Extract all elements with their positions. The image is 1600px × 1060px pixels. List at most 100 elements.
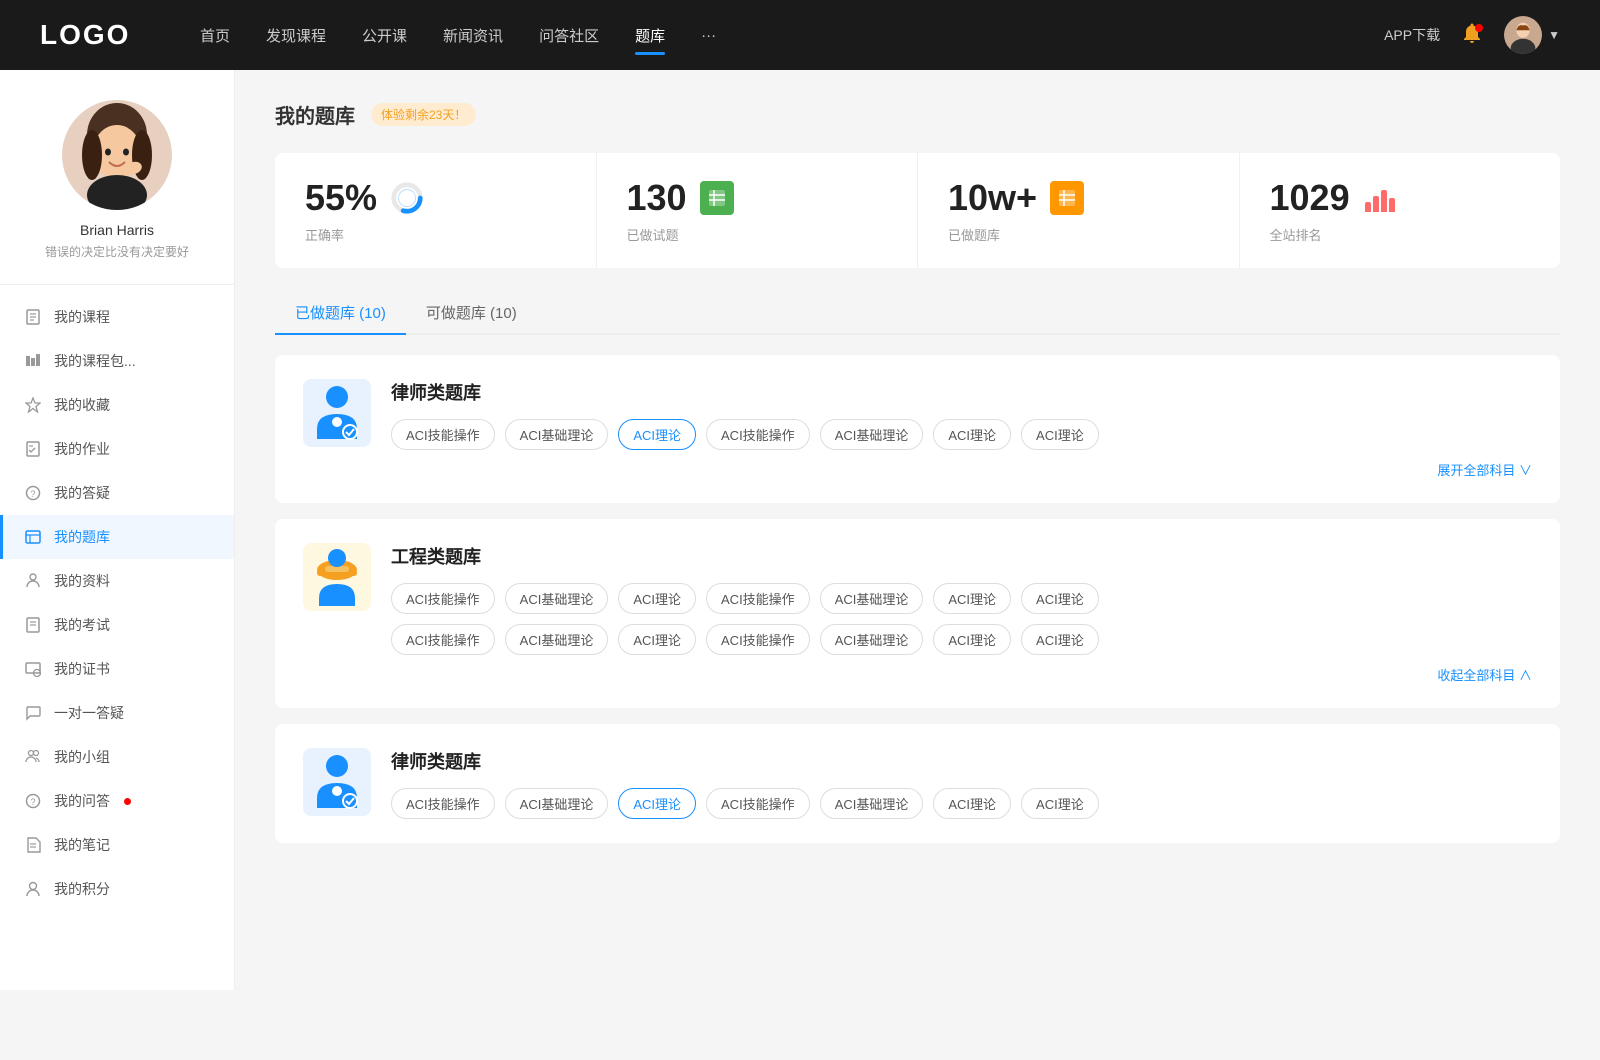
nav-news[interactable]: 新闻资讯 xyxy=(443,21,503,50)
tags-row-lawyer-1: ACI技能操作 ACI基础理论 ACI理论 ACI技能操作 ACI基础理论 AC… xyxy=(391,419,1532,450)
stat-value-done-q: 130 xyxy=(627,177,687,219)
chart-bar-icon xyxy=(1362,180,1398,216)
tag-lawyer-2-6[interactable]: ACI理论 xyxy=(933,788,1011,819)
sidebar-item-course-package[interactable]: 我的课程包... xyxy=(0,339,234,383)
qbank-icon-engineer xyxy=(303,543,371,611)
tags-row-engineer-1: ACI技能操作 ACI基础理论 ACI理论 ACI技能操作 ACI基础理论 AC… xyxy=(391,583,1532,614)
tag-lawyer-1-6[interactable]: ACI理论 xyxy=(933,419,1011,450)
qbank-title-lawyer-2: 律师类题库 xyxy=(391,748,1532,774)
exam-icon xyxy=(24,616,42,634)
user-avatar-button[interactable]: ▼ xyxy=(1504,16,1560,54)
tag-eng-2-7[interactable]: ACI理论 xyxy=(1021,624,1099,655)
tag-lawyer-2-4[interactable]: ACI技能操作 xyxy=(706,788,810,819)
sidebar-label-exam: 我的考试 xyxy=(54,615,110,635)
sidebar-item-points[interactable]: 我的积分 xyxy=(0,867,234,911)
sidebar-item-homework[interactable]: 我的作业 xyxy=(0,427,234,471)
tab-available-banks[interactable]: 可做题库 (10) xyxy=(406,292,537,335)
navbar-right: APP下载 ▼ xyxy=(1384,16,1560,54)
sidebar-label-group: 我的小组 xyxy=(54,747,110,767)
tag-eng-2-3[interactable]: ACI理论 xyxy=(618,624,696,655)
svg-text:?: ? xyxy=(30,489,35,499)
tag-lawyer-2-7[interactable]: ACI理论 xyxy=(1021,788,1099,819)
nav-more[interactable]: ··· xyxy=(701,23,716,48)
sidebar-item-my-qa[interactable]: ? 我的问答 xyxy=(0,779,234,823)
engineer-icon-svg xyxy=(311,548,363,606)
sidebar-item-qbank[interactable]: 我的题库 xyxy=(0,515,234,559)
qbank-icon-lawyer-1 xyxy=(303,379,371,447)
avatar-image xyxy=(1504,16,1542,54)
tag-lawyer-2-3[interactable]: ACI理论 xyxy=(618,788,696,819)
tag-eng-1-7[interactable]: ACI理论 xyxy=(1021,583,1099,614)
tag-lawyer-1-2[interactable]: ACI基础理论 xyxy=(505,419,609,450)
tag-eng-1-1[interactable]: ACI技能操作 xyxy=(391,583,495,614)
sidebar-item-exam[interactable]: 我的考试 xyxy=(0,603,234,647)
stat-label-done-q: 已做试题 xyxy=(627,225,888,244)
qbank-icon-lawyer-2 xyxy=(303,748,371,816)
tag-lawyer-1-3[interactable]: ACI理论 xyxy=(618,419,696,450)
sidebar: Brian Harris 错误的决定比没有决定要好 我的课程 我的课程包... xyxy=(0,70,235,990)
group-icon xyxy=(24,748,42,766)
trial-badge: 体验剩余23天！ xyxy=(371,103,476,126)
tag-lawyer-1-4[interactable]: ACI技能操作 xyxy=(706,419,810,450)
sidebar-item-notes[interactable]: 我的笔记 xyxy=(0,823,234,867)
tag-eng-1-2[interactable]: ACI基础理论 xyxy=(505,583,609,614)
course-package-icon xyxy=(24,352,42,370)
nav-qa[interactable]: 问答社区 xyxy=(539,21,599,50)
qbank-title-lawyer-1: 律师类题库 xyxy=(391,379,1532,405)
sidebar-menu: 我的课程 我的课程包... 我的收藏 我的作业 xyxy=(0,295,234,911)
notes-icon xyxy=(24,836,42,854)
nav-public-course[interactable]: 公开课 xyxy=(362,21,407,50)
tag-eng-1-6[interactable]: ACI理论 xyxy=(933,583,1011,614)
sidebar-item-group[interactable]: 我的小组 xyxy=(0,735,234,779)
tag-eng-1-4[interactable]: ACI技能操作 xyxy=(706,583,810,614)
tag-lawyer-2-2[interactable]: ACI基础理论 xyxy=(505,788,609,819)
qbank-content-lawyer-1: 律师类题库 ACI技能操作 ACI基础理论 ACI理论 ACI技能操作 ACI基… xyxy=(391,379,1532,479)
tag-eng-2-1[interactable]: ACI技能操作 xyxy=(391,624,495,655)
sidebar-label-favorites: 我的收藏 xyxy=(54,395,110,415)
expand-link-lawyer-1[interactable]: 展开全部科目 ∨ xyxy=(391,460,1532,479)
nav-home[interactable]: 首页 xyxy=(200,21,230,50)
tag-eng-2-5[interactable]: ACI基础理论 xyxy=(820,624,924,655)
qbank-card-lawyer-2: 律师类题库 ACI技能操作 ACI基础理论 ACI理论 ACI技能操作 ACI基… xyxy=(275,724,1560,843)
tags-row-engineer-2: ACI技能操作 ACI基础理论 ACI理论 ACI技能操作 ACI基础理论 AC… xyxy=(391,624,1532,655)
lawyer-icon-svg-2 xyxy=(312,753,362,811)
notification-bell[interactable] xyxy=(1460,21,1484,50)
collapse-link-engineer[interactable]: 收起全部科目 ∧ xyxy=(391,665,1532,684)
sidebar-label-one-on-one: 一对一答疑 xyxy=(54,703,124,723)
nav-discover[interactable]: 发现课程 xyxy=(266,21,326,50)
sidebar-label-homework: 我的作业 xyxy=(54,439,110,459)
stat-rank: 1029 全站排名 xyxy=(1240,153,1561,268)
sidebar-item-data[interactable]: 我的资料 xyxy=(0,559,234,603)
qbank-title-engineer: 工程类题库 xyxy=(391,543,1532,569)
sidebar-item-courses[interactable]: 我的课程 xyxy=(0,295,234,339)
certificate-icon xyxy=(24,660,42,678)
tag-lawyer-1-1[interactable]: ACI技能操作 xyxy=(391,419,495,450)
stat-label-correct: 正确率 xyxy=(305,225,566,244)
tag-lawyer-2-5[interactable]: ACI基础理论 xyxy=(820,788,924,819)
app-download-button[interactable]: APP下载 xyxy=(1384,25,1440,45)
unread-dot xyxy=(124,798,131,805)
sidebar-label-course-package: 我的课程包... xyxy=(54,351,136,371)
tag-eng-2-6[interactable]: ACI理论 xyxy=(933,624,1011,655)
sidebar-item-certificate[interactable]: 我的证书 xyxy=(0,647,234,691)
sidebar-item-my-questions[interactable]: ? 我的答疑 xyxy=(0,471,234,515)
tag-lawyer-1-5[interactable]: ACI基础理论 xyxy=(820,419,924,450)
tag-eng-1-3[interactable]: ACI理论 xyxy=(618,583,696,614)
navbar: LOGO 首页 发现课程 公开课 新闻资讯 问答社区 题库 ··· APP下载 xyxy=(0,0,1600,70)
courses-icon xyxy=(24,308,42,326)
sidebar-item-favorites[interactable]: 我的收藏 xyxy=(0,383,234,427)
nav-menu: 首页 发现课程 公开课 新闻资讯 问答社区 题库 ··· xyxy=(200,21,1384,50)
donut-chart-icon xyxy=(389,180,425,216)
tag-eng-2-4[interactable]: ACI技能操作 xyxy=(706,624,810,655)
stat-label-done-b: 已做题库 xyxy=(948,225,1209,244)
user-name: Brian Harris xyxy=(80,222,154,238)
nav-qbank[interactable]: 题库 xyxy=(635,21,665,50)
tag-eng-1-5[interactable]: ACI基础理论 xyxy=(820,583,924,614)
one-on-one-icon xyxy=(24,704,42,722)
tag-lawyer-1-7[interactable]: ACI理论 xyxy=(1021,419,1099,450)
tag-lawyer-2-1[interactable]: ACI技能操作 xyxy=(391,788,495,819)
sidebar-item-one-on-one[interactable]: 一对一答疑 xyxy=(0,691,234,735)
avatar xyxy=(1504,16,1542,54)
tag-eng-2-2[interactable]: ACI基础理论 xyxy=(505,624,609,655)
tab-done-banks[interactable]: 已做题库 (10) xyxy=(275,292,406,335)
